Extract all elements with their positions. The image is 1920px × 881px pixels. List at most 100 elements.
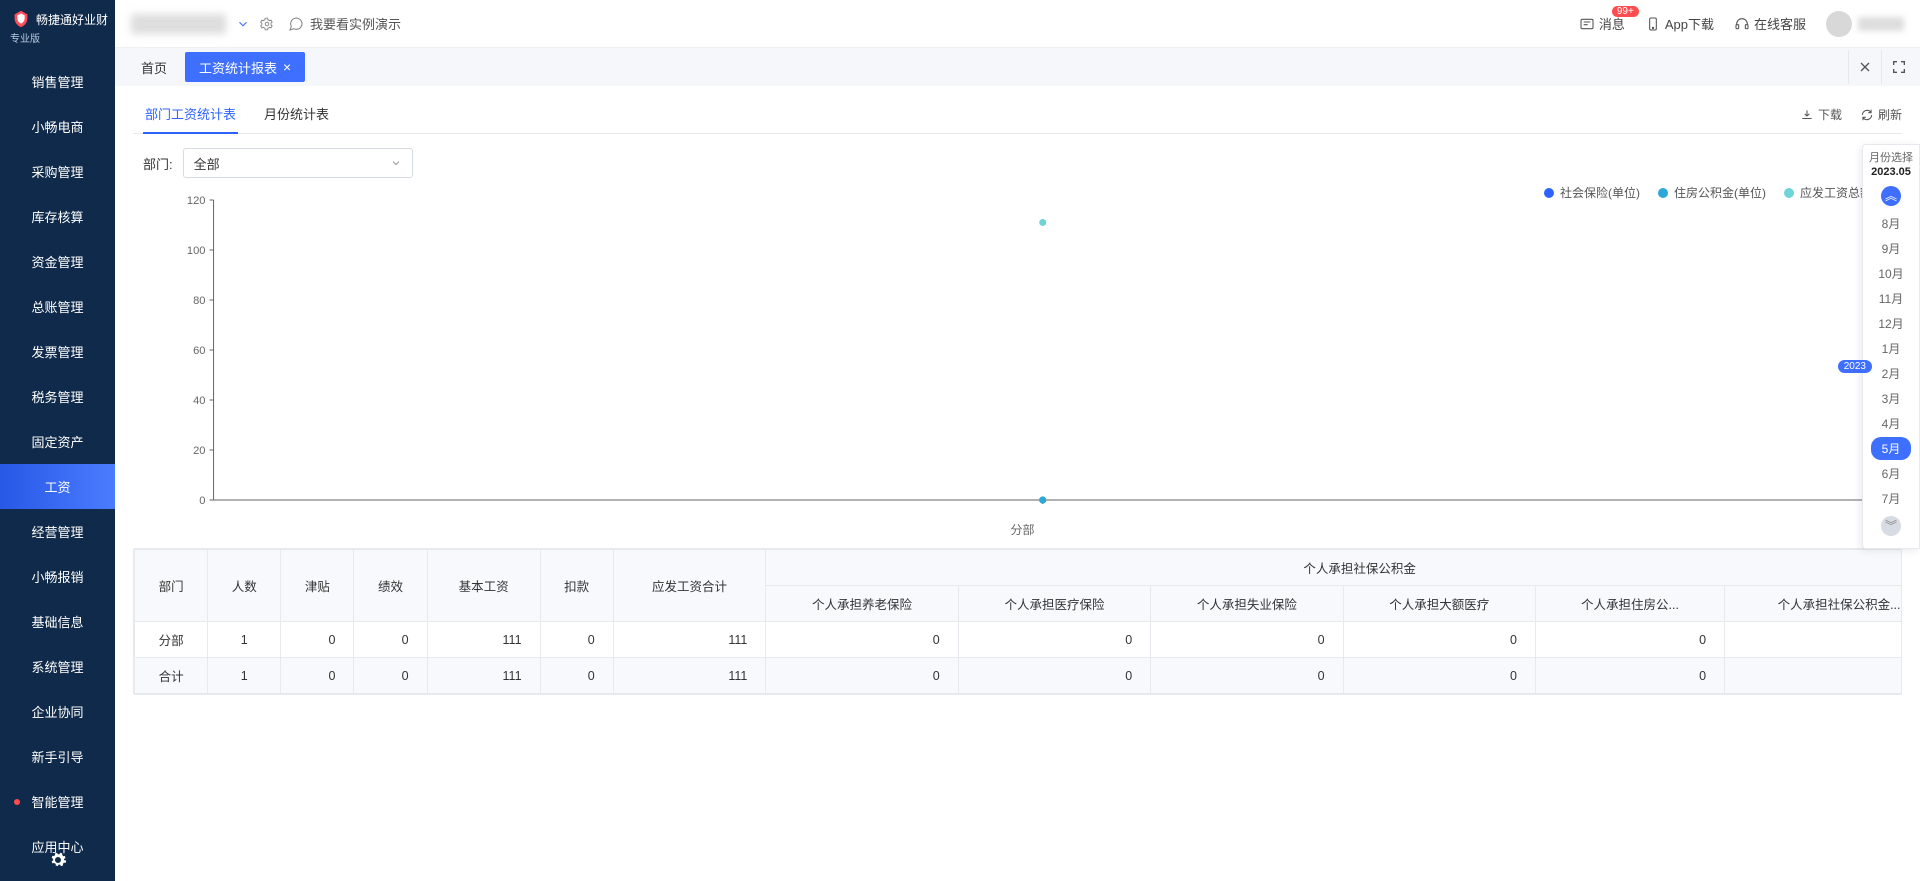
chat-icon <box>288 16 304 32</box>
content: 部门工资统计表 月份统计表 下载 刷新 部门: 全部 社会保险(单位) 住房公积… <box>115 86 1920 881</box>
sidebar-item[interactable]: 小畅报销 <box>0 554 115 599</box>
sidebar-item[interactable]: 经营管理 <box>0 509 115 554</box>
salary-table[interactable]: 部门 人数 津贴 绩效 基本工资 扣款 应发工资合计 个人承担社保公积金 个人承… <box>133 548 1902 695</box>
th-g6: 个人承担社保公积金... <box>1725 586 1902 622</box>
th-g1: 个人承担养老保险 <box>766 586 958 622</box>
sidebar-menu: 销售管理小畅电商采购管理库存核算资金管理总账管理发票管理税务管理固定资产工资经营… <box>0 59 115 869</box>
company-switcher[interactable]: xxxxx <box>131 14 274 34</box>
brand: 畅捷通好业财 专业版 <box>0 0 115 49</box>
messages-button[interactable]: 消息 99+ <box>1579 14 1625 33</box>
month-list: 8月9月10月11月12月1月2月3月4月5月6月7月 <box>1871 212 1911 510</box>
close-all-button[interactable] <box>1848 50 1882 84</box>
month-item[interactable]: 8月 <box>1871 212 1911 235</box>
legend-item[interactable]: 社会保险(单位) <box>1544 184 1640 201</box>
th-allow: 津贴 <box>281 550 354 622</box>
th-group: 个人承担社保公积金 <box>766 550 1902 586</box>
month-picker-header: 月份选择 2023.05 <box>1869 151 1913 180</box>
month-item[interactable]: 7月 <box>1871 487 1911 510</box>
th-g3: 个人承担失业保险 <box>1151 586 1343 622</box>
sidebar-item[interactable]: 小畅电商 <box>0 104 115 149</box>
sidebar-item[interactable]: 企业协同 <box>0 689 115 734</box>
chevron-down-icon <box>236 17 250 31</box>
month-item[interactable]: 6月 <box>1871 462 1911 485</box>
notification-dot <box>14 799 20 805</box>
sub-tab-row: 部门工资统计表 月份统计表 下载 刷新 <box>133 96 1902 134</box>
demo-link[interactable]: 我要看实例演示 <box>288 14 401 33</box>
sidebar-item[interactable]: 销售管理 <box>0 59 115 104</box>
sidebar-item[interactable]: 新手引导 <box>0 734 115 779</box>
sidebar-item[interactable]: 发票管理 <box>0 329 115 374</box>
sub-tab-department[interactable]: 部门工资统计表 <box>143 96 238 134</box>
tab-home[interactable]: 首页 <box>127 52 181 82</box>
fullscreen-button[interactable] <box>1882 50 1916 84</box>
refresh-icon <box>1860 108 1874 122</box>
close-icon[interactable]: × <box>283 59 291 75</box>
year-tag: 2023 <box>1838 360 1872 373</box>
chevron-down-icon <box>390 157 402 169</box>
sidebar-item[interactable]: 总账管理 <box>0 284 115 329</box>
messages-badge: 99+ <box>1612 6 1639 17</box>
company-name-masked: xxxxx <box>131 14 226 34</box>
gear-icon <box>49 851 67 869</box>
chart-point[interactable] <box>1039 497 1046 504</box>
sidebar-item[interactable]: 采购管理 <box>0 149 115 194</box>
mobile-icon <box>1645 16 1661 32</box>
chart-plot: 020406080100120 <box>163 190 1882 520</box>
month-item[interactable]: 11月 <box>1871 287 1911 310</box>
download-button[interactable]: 下载 <box>1800 106 1842 123</box>
brand-title: 畅捷通好业财 <box>36 11 108 28</box>
th-g2: 个人承担医疗保险 <box>958 586 1150 622</box>
month-item[interactable]: 2月 <box>1871 362 1911 385</box>
th-g4: 个人承担大额医疗 <box>1343 586 1535 622</box>
month-scroll-up[interactable]: ︽ <box>1881 186 1901 206</box>
service-button[interactable]: 在线客服 <box>1734 14 1806 33</box>
x-axis-label: 分部 <box>163 521 1882 538</box>
sidebar-item[interactable]: 库存核算 <box>0 194 115 239</box>
month-item[interactable]: 12月 <box>1871 312 1911 335</box>
month-item[interactable]: 4月 <box>1871 412 1911 435</box>
svg-text:100: 100 <box>187 245 206 257</box>
month-picker-panel: 月份选择 2023.05 ︽ 8月9月10月11月12月1月2月3月4月5月6月… <box>1862 144 1920 549</box>
sidebar-item[interactable]: 基础信息 <box>0 599 115 644</box>
sidebar-item[interactable]: 智能管理 <box>0 779 115 824</box>
th-payable: 应发工资合计 <box>613 550 766 622</box>
month-item[interactable]: 5月 <box>1871 437 1911 460</box>
sidebar-settings[interactable] <box>0 839 115 881</box>
filter-label: 部门: <box>143 154 173 173</box>
svg-text:60: 60 <box>193 345 205 357</box>
month-item[interactable]: 3月 <box>1871 387 1911 410</box>
month-item[interactable]: 10月 <box>1871 262 1911 285</box>
user-menu[interactable] <box>1826 11 1904 37</box>
month-scroll-down[interactable]: ︾ <box>1881 516 1901 536</box>
sidebar-item[interactable]: 资金管理 <box>0 239 115 284</box>
message-icon <box>1579 16 1595 32</box>
sub-tab-month[interactable]: 月份统计表 <box>262 96 331 134</box>
legend-item[interactable]: 应发工资总额 <box>1784 184 1872 201</box>
th-g5: 个人承担住房公... <box>1535 586 1724 622</box>
download-button[interactable]: App下载 <box>1645 14 1714 33</box>
svg-text:40: 40 <box>193 395 205 407</box>
close-icon <box>1857 59 1873 75</box>
chart-point[interactable] <box>1039 219 1046 226</box>
refresh-button[interactable]: 刷新 <box>1860 106 1902 123</box>
legend-item[interactable]: 住房公积金(单位) <box>1658 184 1766 201</box>
month-item[interactable]: 9月 <box>1871 237 1911 260</box>
table-row: 分部1001110111000000 <box>135 622 1903 658</box>
month-item[interactable]: 1月 <box>1871 337 1911 360</box>
th-dept: 部门 <box>135 550 208 622</box>
brand-edition: 专业版 <box>10 30 115 45</box>
fullscreen-icon <box>1891 59 1907 75</box>
svg-text:0: 0 <box>199 495 205 507</box>
filter-row: 部门: 全部 <box>133 134 1902 184</box>
sidebar-item[interactable]: 税务管理 <box>0 374 115 419</box>
svg-text:80: 80 <box>193 295 205 307</box>
sidebar-item[interactable]: 固定资产 <box>0 419 115 464</box>
topbar: xxxxx 我要看实例演示 消息 99+ App下载 在线客服 <box>115 0 1920 48</box>
table-total-row: 合计1001110111000000 <box>135 658 1903 694</box>
gear-icon[interactable] <box>260 17 274 31</box>
tab-salary-report[interactable]: 工资统计报表 × <box>185 52 305 82</box>
logo-icon <box>10 8 32 30</box>
department-select[interactable]: 全部 <box>183 148 413 178</box>
sidebar-item[interactable]: 系统管理 <box>0 644 115 689</box>
sidebar-item[interactable]: 工资 <box>0 464 115 509</box>
